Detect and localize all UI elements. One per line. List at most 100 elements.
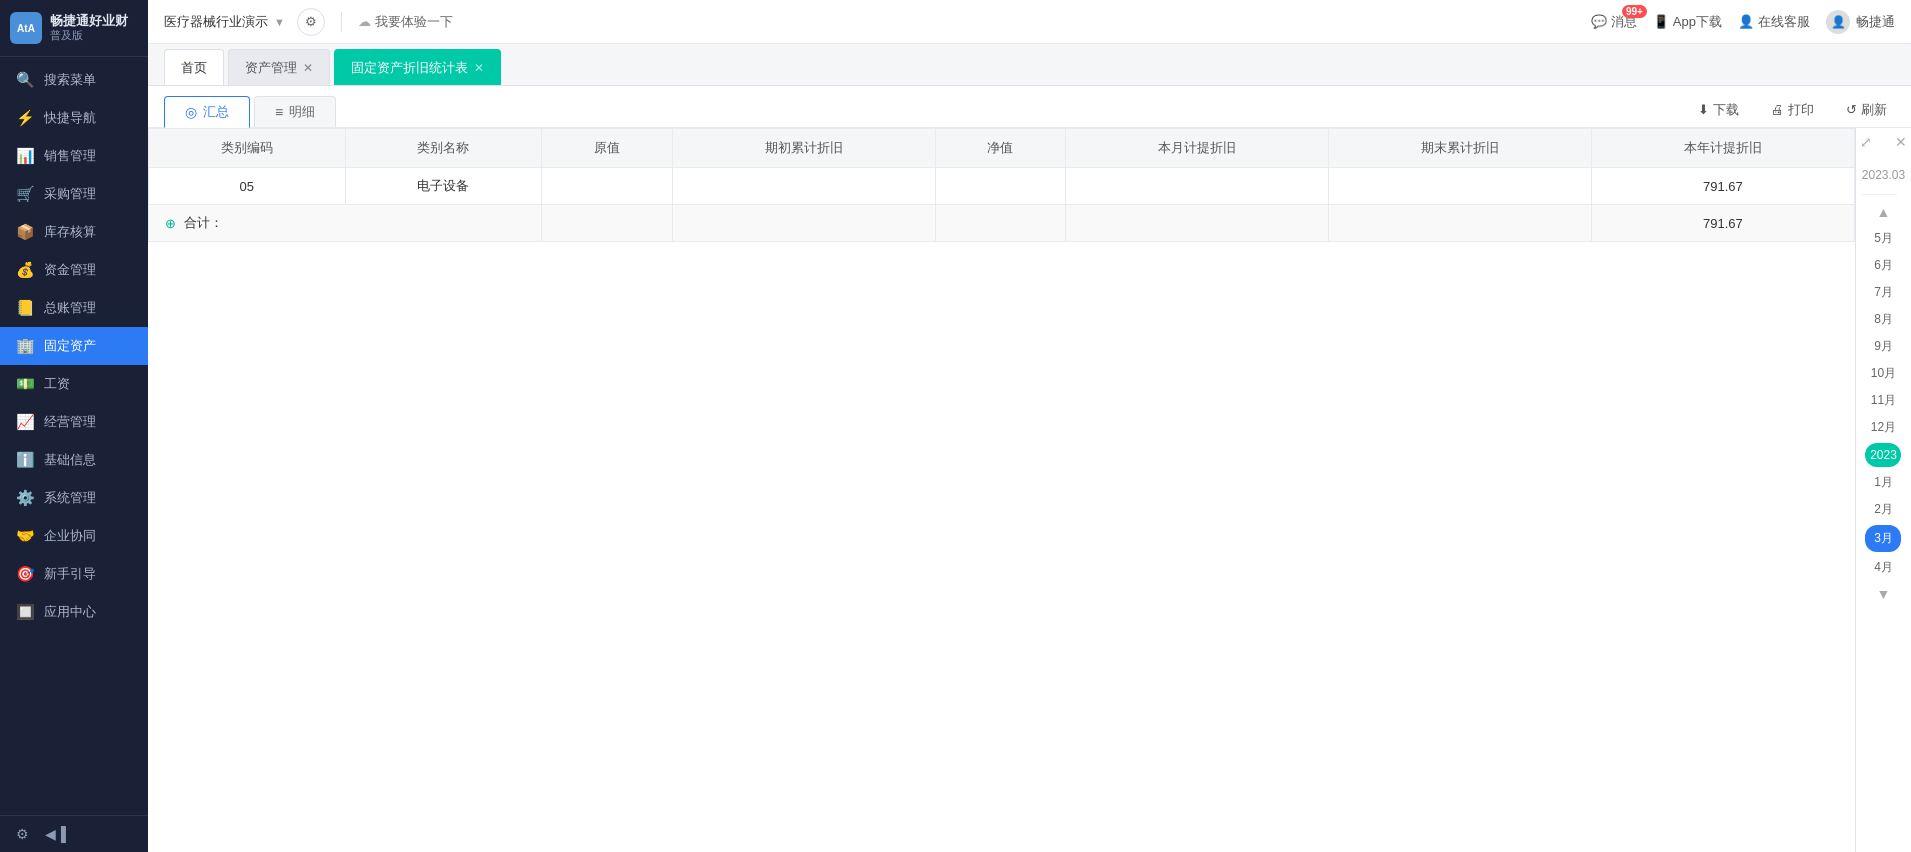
month-item-7[interactable]: 7月 [1862, 279, 1905, 306]
cloud-icon: ☁ [358, 14, 371, 29]
sub-tab-detail[interactable]: ≡ 明细 [254, 96, 336, 127]
total-label-cell: ⊕ 合计： [165, 214, 529, 232]
online-service-button[interactable]: 👤 在线客服 [1738, 13, 1810, 31]
tab-asset-close-icon[interactable]: ✕ [303, 61, 313, 75]
sidebar-item-guide[interactable]: 🎯 新手引导 [0, 555, 148, 593]
app-download-button[interactable]: 📱 App下载 [1653, 13, 1722, 31]
username: 畅捷通 [1856, 13, 1895, 31]
sub-tab-summary[interactable]: ◎ 汇总 [164, 96, 250, 128]
sidebar-item-label: 新手引导 [44, 565, 96, 583]
purchase-icon: 🛒 [16, 185, 34, 203]
experience-label: 我要体验一下 [375, 13, 453, 31]
sidebar-item-operations[interactable]: 📈 经营管理 [0, 403, 148, 441]
tab-depreciation-close-icon[interactable]: ✕ [474, 61, 484, 75]
cell-annual: 791.67 [1591, 168, 1854, 205]
cell-net [935, 168, 1065, 205]
sub-tab-summary-label: 汇总 [203, 103, 229, 121]
total-icon: ⊕ [165, 216, 176, 231]
refresh-button[interactable]: ↺ 刷新 [1838, 97, 1895, 123]
app-download-label: App下载 [1673, 13, 1722, 31]
total-net [935, 205, 1065, 242]
col-header-period-acc: 期初累计折旧 [672, 129, 935, 168]
cell-name: 电子设备 [345, 168, 542, 205]
sub-tabs-bar: ◎ 汇总 ≡ 明细 ⬇ 下载 🖨 打印 ↺ 刷 [148, 86, 1911, 128]
months-scroll-down[interactable]: ▼ [1862, 581, 1905, 607]
sidebar-item-label: 固定资产 [44, 337, 96, 355]
panel-close-button[interactable]: ✕ [1895, 134, 1907, 150]
sidebar-item-system[interactable]: ⚙️ 系统管理 [0, 479, 148, 517]
month-item-9[interactable]: 9月 [1862, 333, 1905, 360]
sidebar-item-label: 应用中心 [44, 603, 96, 621]
col-header-annual: 本年计提折旧 [1591, 129, 1854, 168]
funds-icon: 💰 [16, 261, 34, 279]
month-item-10[interactable]: 10月 [1862, 360, 1905, 387]
month-item-3-selected[interactable]: 3月 [1865, 525, 1901, 552]
sidebar-item-fixed-assets[interactable]: 🏢 固定资产 [0, 327, 148, 365]
months-scroll-up[interactable]: ▲ [1862, 199, 1905, 225]
topbar: 医疗器械行业演示 ▼ ⚙ ☁ 我要体验一下 💬 消息 99+ 📱 App下载 👤… [148, 0, 1911, 44]
online-service-label: 在线客服 [1758, 13, 1810, 31]
message-badge: 99+ [1622, 5, 1647, 18]
sidebar-item-label: 库存核算 [44, 223, 96, 241]
sidebar-item-sales[interactable]: 📊 销售管理 [0, 137, 148, 175]
table-row[interactable]: 05 电子设备 791.67 [149, 168, 1855, 205]
col-header-monthly: 本月计提折旧 [1065, 129, 1328, 168]
sidebar-item-enterprise[interactable]: 🤝 企业协同 [0, 517, 148, 555]
table-area: 类别编码 类别名称 原值 期初累计折旧 净值 本月计提折旧 期末累计折旧 本年计… [148, 128, 1855, 852]
download-icon: 📱 [1653, 14, 1669, 29]
detail-tab-icon: ≡ [275, 104, 283, 120]
message-button[interactable]: 💬 消息 99+ [1591, 13, 1637, 31]
tab-asset-label: 资产管理 [245, 59, 297, 77]
month-item-8[interactable]: 8月 [1862, 306, 1905, 333]
company-selector[interactable]: 医疗器械行业演示 ▼ [164, 13, 285, 31]
user-button[interactable]: 👤 畅捷通 [1826, 10, 1895, 34]
sidebar-item-inventory[interactable]: 📦 库存核算 [0, 213, 148, 251]
experience-button[interactable]: ☁ 我要体验一下 [358, 13, 453, 31]
sidebar-item-label: 采购管理 [44, 185, 96, 203]
month-item-5[interactable]: 5月 [1862, 225, 1905, 252]
download-button[interactable]: ⬇ 下载 [1690, 97, 1747, 123]
sidebar-item-label: 资金管理 [44, 261, 96, 279]
sidebar-item-ledger[interactable]: 📒 总账管理 [0, 289, 148, 327]
refresh-icon: ↺ [1846, 102, 1857, 117]
sidebar-item-label: 企业协同 [44, 527, 96, 545]
cell-original [542, 168, 672, 205]
tab-home[interactable]: 首页 [164, 49, 224, 85]
month-item-11[interactable]: 11月 [1862, 387, 1905, 414]
total-text: 合计： [184, 214, 223, 232]
depreciation-table: 类别编码 类别名称 原值 期初累计折旧 净值 本月计提折旧 期末累计折旧 本年计… [148, 128, 1855, 242]
settings-icon[interactable]: ⚙ [16, 826, 29, 842]
sidebar-item-app-center[interactable]: 🔲 应用中心 [0, 593, 148, 631]
tab-asset-mgmt[interactable]: 资产管理 ✕ [228, 49, 330, 85]
basic-info-icon: ℹ️ [16, 451, 34, 469]
sidebar-item-search[interactable]: 🔍 搜索菜单 [0, 61, 148, 99]
sidebar-item-funds[interactable]: 💰 资金管理 [0, 251, 148, 289]
panel-expand-button[interactable]: ⤢ [1860, 134, 1872, 150]
sidebar-item-label: 搜索菜单 [44, 71, 96, 89]
total-end-acc [1328, 205, 1591, 242]
print-button[interactable]: 🖨 打印 [1763, 97, 1822, 123]
month-item-1[interactable]: 1月 [1862, 469, 1905, 496]
sidebar-item-basic-info[interactable]: ℹ️ 基础信息 [0, 441, 148, 479]
settings-button[interactable]: ⚙ [297, 8, 325, 36]
topbar-right: 💬 消息 99+ 📱 App下载 👤 在线客服 👤 畅捷通 [1591, 10, 1895, 34]
sub-tab-detail-label: 明细 [289, 103, 315, 121]
month-item-12[interactable]: 12月 [1862, 414, 1905, 441]
system-icon: ⚙️ [16, 489, 34, 507]
sidebar-item-label: 系统管理 [44, 489, 96, 507]
collapse-icon[interactable]: ◀▐ [45, 826, 66, 842]
summary-tab-icon: ◎ [185, 104, 197, 120]
col-header-name: 类别名称 [345, 129, 542, 168]
month-item-2[interactable]: 2月 [1862, 496, 1905, 523]
month-item-6[interactable]: 6月 [1862, 252, 1905, 279]
tab-depreciation[interactable]: 固定资产折旧统计表 ✕ [334, 49, 501, 85]
ledger-icon: 📒 [16, 299, 34, 317]
sidebar-nav: 🔍 搜索菜单 ⚡ 快捷导航 📊 销售管理 🛒 采购管理 📦 库存核算 💰 资金管… [0, 57, 148, 815]
sidebar-item-purchase[interactable]: 🛒 采购管理 [0, 175, 148, 213]
total-annual: 791.67 [1591, 205, 1854, 242]
col-header-net: 净值 [935, 129, 1065, 168]
sidebar-item-salary[interactable]: 💵 工资 [0, 365, 148, 403]
sidebar-item-quick-nav[interactable]: ⚡ 快捷导航 [0, 99, 148, 137]
month-item-4[interactable]: 4月 [1862, 554, 1905, 581]
current-year-badge[interactable]: 2023 [1865, 443, 1901, 467]
